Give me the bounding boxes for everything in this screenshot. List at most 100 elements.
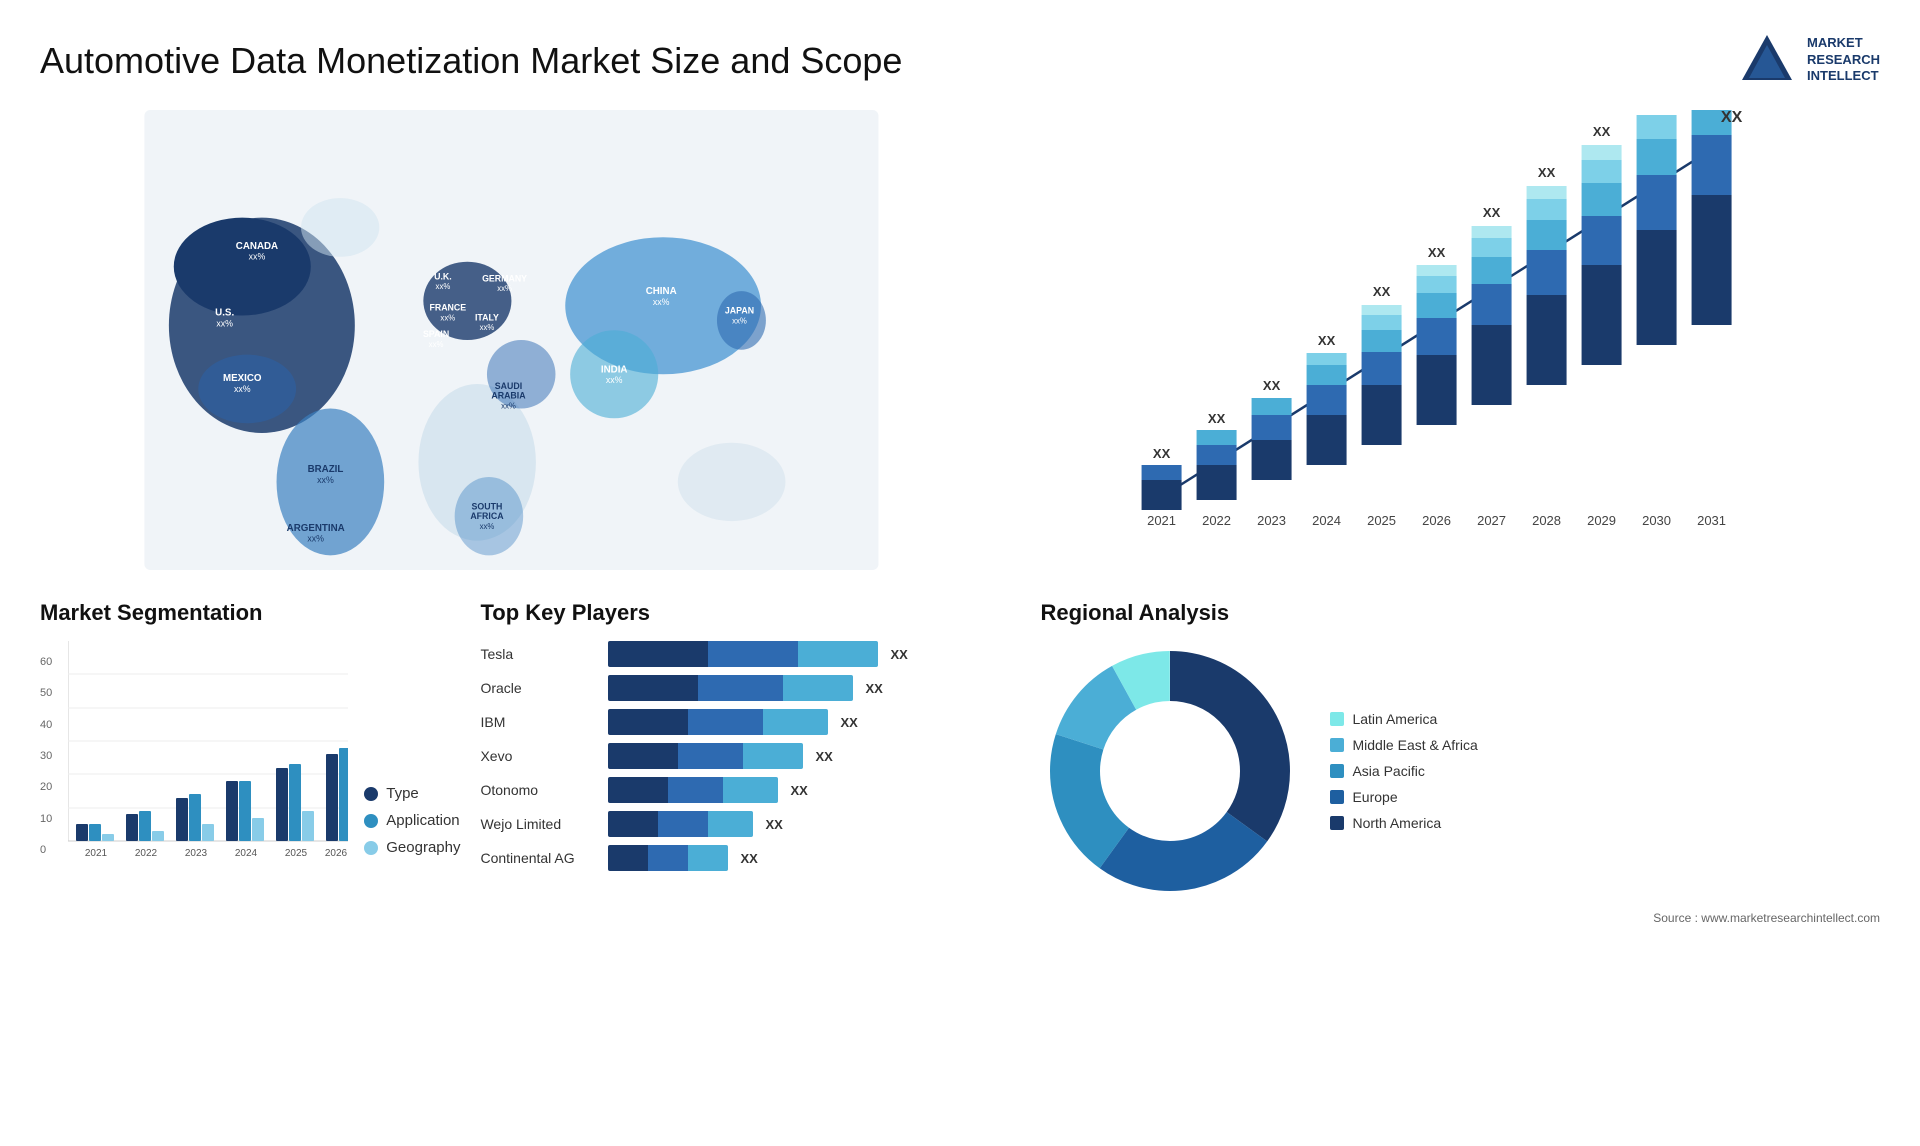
svg-text:xx%: xx%	[429, 340, 444, 349]
svg-text:XX: XX	[1208, 411, 1226, 426]
donut-section: Latin America Middle East & Africa Asia …	[1040, 641, 1880, 901]
svg-text:U.K.: U.K.	[434, 271, 452, 281]
svg-text:XX: XX	[1483, 205, 1501, 220]
player-bar-oracle	[608, 675, 853, 701]
svg-text:xx%: xx%	[234, 384, 251, 394]
player-row-continental: Continental AG XX	[480, 845, 1020, 871]
svg-text:XX: XX	[1263, 378, 1281, 393]
player-name-ibm: IBM	[480, 714, 600, 730]
map-svg: CANADA xx% U.S. xx% MEXICO xx% BRAZIL xx…	[40, 110, 983, 570]
svg-text:2028: 2028	[1532, 513, 1561, 528]
svg-text:2029: 2029	[1587, 513, 1616, 528]
svg-text:SAUDI: SAUDI	[495, 381, 522, 391]
segmentation-title: Market Segmentation	[40, 600, 460, 626]
latin-america-label: Latin America	[1352, 711, 1437, 727]
player-row-tesla: Tesla XX	[480, 641, 1020, 667]
svg-text:CANADA: CANADA	[236, 241, 278, 252]
svg-text:2031: 2031	[1697, 513, 1726, 528]
player-name-oracle: Oracle	[480, 680, 600, 696]
north-america-dot	[1330, 816, 1344, 830]
source-text: Source : www.marketresearchintellect.com	[1040, 911, 1880, 925]
svg-text:xx%: xx%	[497, 284, 512, 293]
player-row-ibm: IBM XX	[480, 709, 1020, 735]
svg-text:SOUTH: SOUTH	[472, 501, 503, 511]
player-name-continental: Continental AG	[480, 850, 600, 866]
legend-latin-america: Latin America	[1330, 711, 1477, 727]
svg-text:ARABIA: ARABIA	[491, 391, 526, 401]
svg-text:XX: XX	[1318, 333, 1336, 348]
page-title: Automotive Data Monetization Market Size…	[40, 40, 902, 82]
player-row-wejo: Wejo Limited XX	[480, 811, 1020, 837]
svg-text:2026: 2026	[1422, 513, 1451, 528]
world-map: CANADA xx% U.S. xx% MEXICO xx% BRAZIL xx…	[40, 110, 983, 570]
regional-title: Regional Analysis	[1040, 600, 1880, 626]
player-bar-xevo	[608, 743, 803, 769]
svg-text:2022: 2022	[1202, 513, 1231, 528]
europe-label: Europe	[1352, 789, 1397, 805]
geography-legend-label: Geography	[386, 839, 460, 856]
legend-europe: Europe	[1330, 789, 1477, 805]
player-bar-otonomo	[608, 777, 778, 803]
key-players-title: Top Key Players	[480, 600, 1020, 626]
svg-text:2026: 2026	[325, 848, 348, 859]
svg-text:xx%: xx%	[732, 316, 747, 325]
player-bar-wejo	[608, 811, 753, 837]
latin-america-dot	[1330, 712, 1344, 726]
geography-legend-dot	[364, 841, 378, 855]
logo-icon	[1737, 30, 1797, 90]
player-row-otonomo: Otonomo XX	[480, 777, 1020, 803]
svg-text:xx%: xx%	[436, 282, 451, 291]
player-bar-tesla	[608, 641, 878, 667]
svg-text:JAPAN: JAPAN	[725, 306, 754, 316]
svg-text:2021: 2021	[1147, 513, 1176, 528]
svg-text:2027: 2027	[1477, 513, 1506, 528]
segmentation-chart: 2021 2022 2023 2024	[68, 641, 348, 876]
legend-item-application: Application	[364, 812, 460, 829]
segmentation-legend: Type Application Geography	[364, 785, 460, 856]
svg-text:CHINA: CHINA	[646, 286, 677, 297]
north-america-label: North America	[1352, 815, 1441, 831]
type-legend-dot	[364, 787, 378, 801]
donut-chart-svg	[1040, 641, 1300, 901]
legend-middle-east-africa: Middle East & Africa	[1330, 737, 1477, 753]
svg-text:GERMANY: GERMANY	[482, 273, 527, 283]
application-legend-dot	[364, 814, 378, 828]
svg-text:xx%: xx%	[317, 475, 334, 485]
svg-text:xx%: xx%	[480, 323, 495, 332]
svg-text:XX: XX	[1648, 110, 1666, 113]
svg-text:xx%: xx%	[440, 313, 455, 322]
type-legend-label: Type	[386, 785, 419, 802]
growth-bar-chart: XX 2021 XX 2022 XX 2023 XX 2024	[1003, 110, 1880, 570]
legend-item-type: Type	[364, 785, 460, 802]
legend-asia-pacific: Asia Pacific	[1330, 763, 1477, 779]
svg-text:ITALY: ITALY	[475, 312, 499, 322]
bar-chart-svg: XX 2021 XX 2022 XX 2023 XX 2024	[1003, 110, 1860, 540]
svg-text:U.S.: U.S.	[215, 308, 234, 319]
svg-text:MEXICO: MEXICO	[223, 373, 262, 384]
asia-pacific-label: Asia Pacific	[1352, 763, 1424, 779]
page-header: Automotive Data Monetization Market Size…	[40, 30, 1880, 90]
svg-text:2024: 2024	[235, 848, 258, 859]
svg-text:xx%: xx%	[501, 402, 516, 411]
svg-text:xx%: xx%	[606, 375, 623, 385]
player-name-wejo: Wejo Limited	[480, 816, 600, 832]
svg-text:2024: 2024	[1312, 513, 1341, 528]
logo: MARKET RESEARCH INTELLECT	[1737, 30, 1880, 90]
svg-text:2030: 2030	[1642, 513, 1671, 528]
svg-text:FRANCE: FRANCE	[429, 303, 466, 313]
key-players-section: Top Key Players Tesla XX Oracle	[480, 600, 1020, 925]
svg-text:XX: XX	[1593, 124, 1611, 139]
seg-chart-svg: 2021 2022 2023 2024	[68, 641, 348, 871]
svg-text:2023: 2023	[185, 848, 208, 859]
svg-text:SPAIN: SPAIN	[423, 329, 449, 339]
svg-text:XX: XX	[1538, 165, 1556, 180]
svg-text:XX: XX	[1721, 110, 1743, 126]
top-section: CANADA xx% U.S. xx% MEXICO xx% BRAZIL xx…	[40, 110, 1880, 570]
bottom-section: Market Segmentation 0 10 20 30 40 50 60	[40, 600, 1880, 925]
svg-text:xx%: xx%	[307, 534, 324, 544]
svg-text:XX: XX	[1373, 284, 1391, 299]
regional-analysis-section: Regional Analysis Lat	[1040, 600, 1880, 925]
application-legend-label: Application	[386, 812, 459, 829]
player-bar-continental	[608, 845, 728, 871]
svg-text:xx%: xx%	[653, 297, 670, 307]
